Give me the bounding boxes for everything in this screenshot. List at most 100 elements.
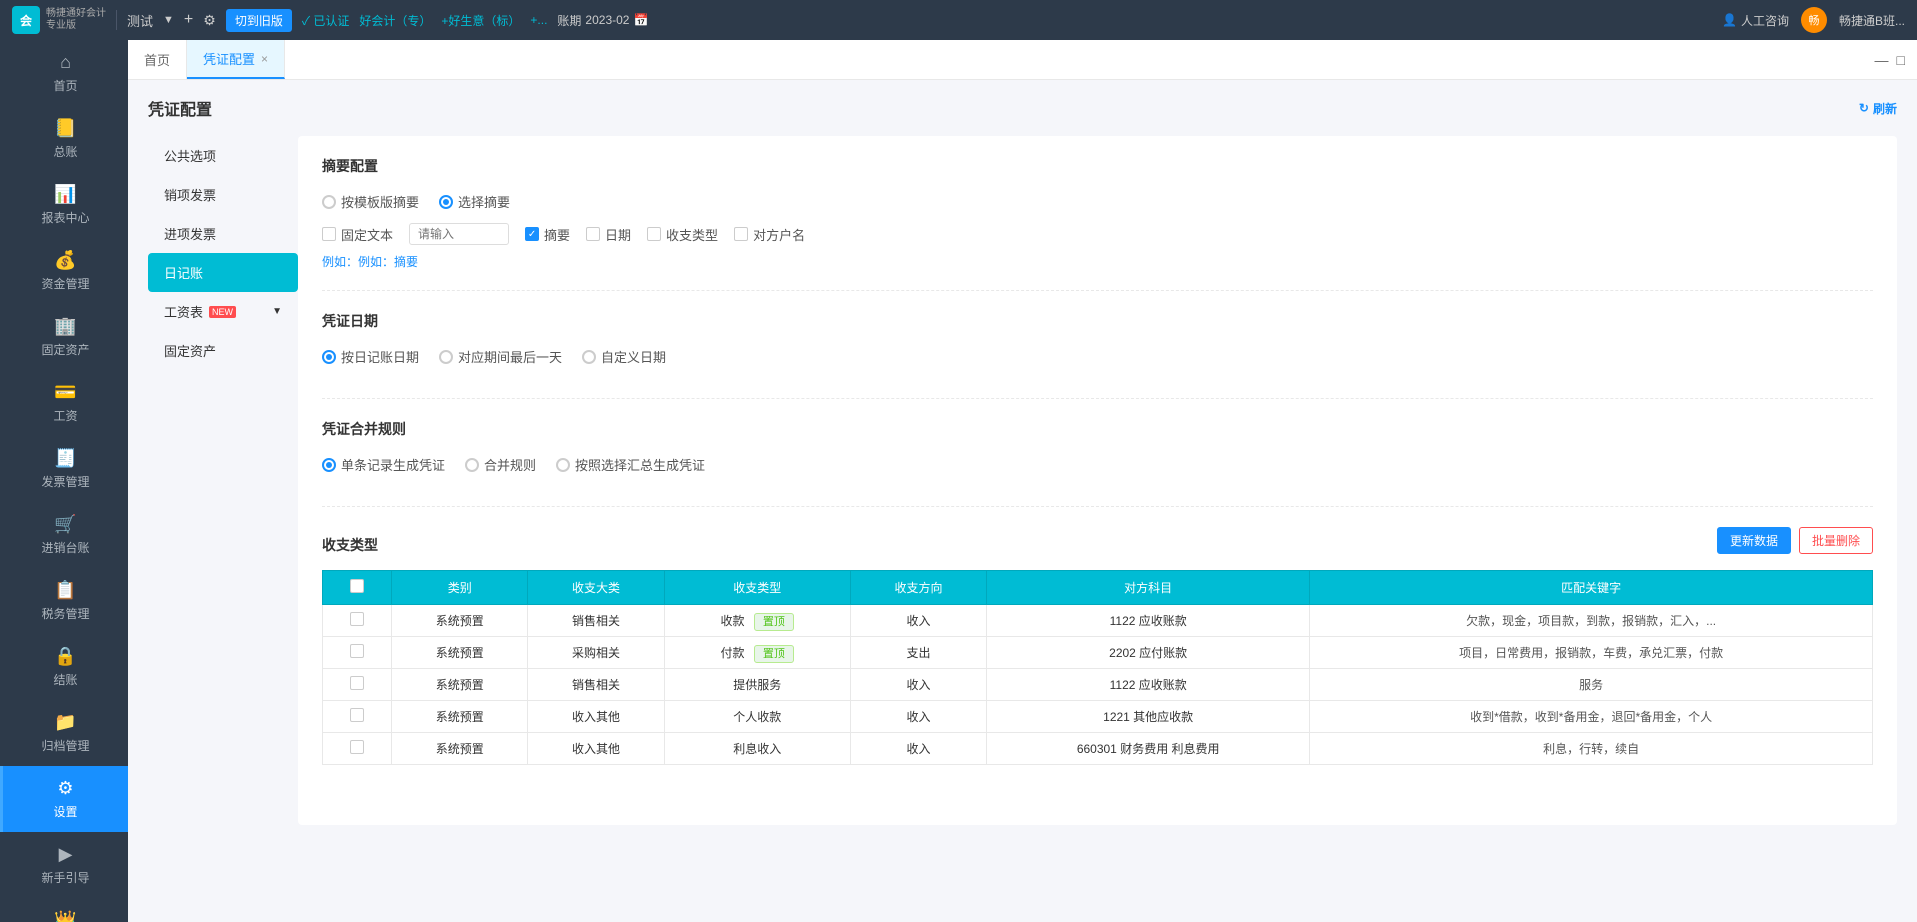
radio-select-summary[interactable]: 选择摘要	[439, 192, 510, 211]
summary-section: 摘要配置 按模板版摘要 选择摘要	[322, 156, 1873, 291]
batch-delete-btn[interactable]: 批量删除	[1799, 527, 1873, 554]
row1-major-type: 销售相关	[528, 605, 664, 637]
row1-top-tag[interactable]: 置顶	[754, 613, 794, 631]
tab-voucher-config[interactable]: 凭证配置 ×	[187, 40, 285, 79]
sidebar-item-guide[interactable]: ▶ 新手引导	[0, 832, 128, 898]
row2-checkbox[interactable]	[350, 644, 364, 658]
voucher-date-section: 凭证日期 按日记账日期 对应期间最后一天	[322, 311, 1873, 399]
sidebar-item-tax[interactable]: 📋 税务管理	[0, 568, 128, 634]
refresh-btn[interactable]: ↻ 刷新	[1859, 100, 1897, 117]
checkbox-income-type[interactable]: 收支类型	[647, 225, 718, 244]
settings-icon: ⚙	[57, 778, 73, 799]
income-expense-title: 收支类型	[322, 535, 378, 555]
row2-direction: 支出	[850, 637, 986, 669]
topbar-settings-btn[interactable]: ⚙	[203, 12, 216, 29]
certified-tag: ✓ 已认证	[302, 12, 350, 29]
left-nav-public[interactable]: 公共选项	[148, 136, 298, 175]
col-header-checkbox	[323, 571, 392, 605]
row5-subject: 660301 财务费用 利息费用	[987, 733, 1310, 765]
sidebar-item-home[interactable]: ⌂ 首页	[0, 40, 128, 106]
sidebar-item-fund[interactable]: 💰 资金管理	[0, 238, 128, 304]
home-icon: ⌂	[60, 52, 71, 73]
topbar-dropdown-arrow[interactable]: ▼	[163, 14, 174, 26]
checkbox-summary[interactable]: ✓ 摘要	[525, 225, 570, 244]
guide-icon: ▶	[59, 844, 73, 865]
radio-template-summary[interactable]: 按模板版摘要	[322, 192, 419, 211]
update-data-btn[interactable]: 更新数据	[1717, 527, 1791, 554]
topbar: 会 畅捷通好会计 专业版 测试 ▼ + ⚙ 切到旧版 ✓ 已认证 好会计（专） …	[0, 0, 1917, 40]
row5-major-type: 收入其他	[528, 733, 664, 765]
sidebar-item-member[interactable]: 👑 畅会员	[0, 898, 128, 922]
tab-close-btn[interactable]: ×	[261, 52, 268, 66]
radio-merge-rule[interactable]: 合并规则	[465, 455, 536, 474]
topbar-right: 👤 人工咨询 畅 畅捷通B班...	[1722, 7, 1905, 33]
sidebar-item-invoice[interactable]: 🧾 发票管理	[0, 436, 128, 502]
user-avatar[interactable]: 畅	[1801, 7, 1827, 33]
topbar-separator	[116, 10, 117, 30]
radio-summary-generate[interactable]: 按照选择汇总生成凭证	[556, 455, 705, 474]
close-icon: 🔒	[54, 646, 76, 667]
checkbox-party-name[interactable]: 对方户名	[734, 225, 805, 244]
salary-icon: 💳	[54, 382, 76, 403]
row4-checkbox[interactable]	[350, 708, 364, 722]
tag-more: +...	[530, 13, 547, 27]
sidebar-item-purchase[interactable]: 🛒 进销台账	[0, 502, 128, 568]
row1-checkbox[interactable]	[350, 612, 364, 626]
purchase-icon: 🛒	[54, 514, 76, 535]
sidebar-item-report[interactable]: 📊 报表中心	[0, 172, 128, 238]
tax-icon: 📋	[54, 580, 76, 601]
table-row: 系统预置 收入其他 个人收款 收入 1221 其他应收款 收到*借款，收到*备用…	[323, 701, 1873, 733]
sidebar-item-salary[interactable]: 💳 工资	[0, 370, 128, 436]
left-nav-sale-invoice[interactable]: 销项发票	[148, 175, 298, 214]
radio-period-last-day[interactable]: 对应期间最后一天	[439, 347, 562, 366]
header-checkbox[interactable]	[350, 579, 364, 593]
report-icon: 📊	[54, 184, 76, 205]
row5-checkbox[interactable]	[350, 740, 364, 754]
period-display: 账期 2023-02 📅	[557, 12, 648, 29]
sidebar-item-close[interactable]: 🔒 结账	[0, 634, 128, 700]
table-header-row: 类别 收支大类 收支类型 收支方向 对方科目 匹配关键字	[323, 571, 1873, 605]
left-nav: 公共选项 销项发票 进项发票 日记账 工资表 NEW ▼	[148, 136, 298, 825]
sidebar-item-archive[interactable]: 📁 归档管理	[0, 700, 128, 766]
col-header-subject: 对方科目	[987, 571, 1310, 605]
row3-checkbox[interactable]	[350, 676, 364, 690]
ledger-icon: 📒	[54, 118, 76, 139]
example-text: 例如：例如：摘要	[322, 253, 1873, 270]
topbar-add-btn[interactable]: +	[184, 11, 193, 29]
window-maximize-btn[interactable]: □	[1897, 52, 1905, 68]
radio-single-circle	[322, 458, 336, 472]
checkbox-summary-box: ✓	[525, 227, 539, 241]
archive-icon: 📁	[54, 712, 76, 733]
tabs-bar: 首页 凭证配置 × — □	[128, 40, 1917, 80]
inner-layout: 公共选项 销项发票 进项发票 日记账 工资表 NEW ▼	[148, 136, 1897, 825]
left-nav-purchase-invoice[interactable]: 进项发票	[148, 214, 298, 253]
table-row: 系统预置 销售相关 收款 置顶 收入 1122 应收账款 欠款，现金，项目款，到…	[323, 605, 1873, 637]
consult-icon: 👤	[1722, 13, 1737, 27]
checkbox-fixed-text[interactable]: 固定文本	[322, 225, 393, 244]
row2-top-tag[interactable]: 置顶	[754, 645, 794, 663]
content-area: 首页 凭证配置 × — □ 凭证配置 ↻ 刷新	[128, 40, 1917, 922]
row1-direction: 收入	[850, 605, 986, 637]
fixed-text-input[interactable]	[409, 223, 509, 245]
new-badge: NEW	[209, 306, 236, 318]
checkbox-date[interactable]: 日期	[586, 225, 631, 244]
checkbox-party-name-box	[734, 227, 748, 241]
left-nav-salary-table[interactable]: 工资表 NEW ▼	[148, 292, 298, 331]
consult-btn[interactable]: 👤 人工咨询	[1722, 12, 1789, 29]
sidebar-item-ledger[interactable]: 📒 总账	[0, 106, 128, 172]
sidebar-item-settings[interactable]: ⚙ 设置	[0, 766, 128, 832]
radio-single-record[interactable]: 单条记录生成凭证	[322, 455, 445, 474]
left-nav-journal[interactable]: 日记账	[148, 253, 298, 292]
radio-custom-date[interactable]: 自定义日期	[582, 347, 666, 366]
tab-home[interactable]: 首页	[128, 40, 187, 79]
date-radio-group: 按日记账日期 对应期间最后一天 自定义日期	[322, 347, 1873, 366]
radio-journal-date[interactable]: 按日记账日期	[322, 347, 419, 366]
sidebar-item-asset[interactable]: 🏢 固定资产	[0, 304, 128, 370]
switch-version-btn[interactable]: 切到旧版	[226, 9, 292, 32]
username: 畅捷通B班...	[1839, 12, 1905, 29]
tag-good-business: +好生意（标）	[441, 12, 520, 29]
window-minimize-btn[interactable]: —	[1875, 52, 1889, 68]
left-nav-fixed-asset[interactable]: 固定资产	[148, 331, 298, 370]
refresh-icon: ↻	[1859, 101, 1869, 115]
page-title-bar: 凭证配置 ↻ 刷新	[148, 96, 1897, 120]
